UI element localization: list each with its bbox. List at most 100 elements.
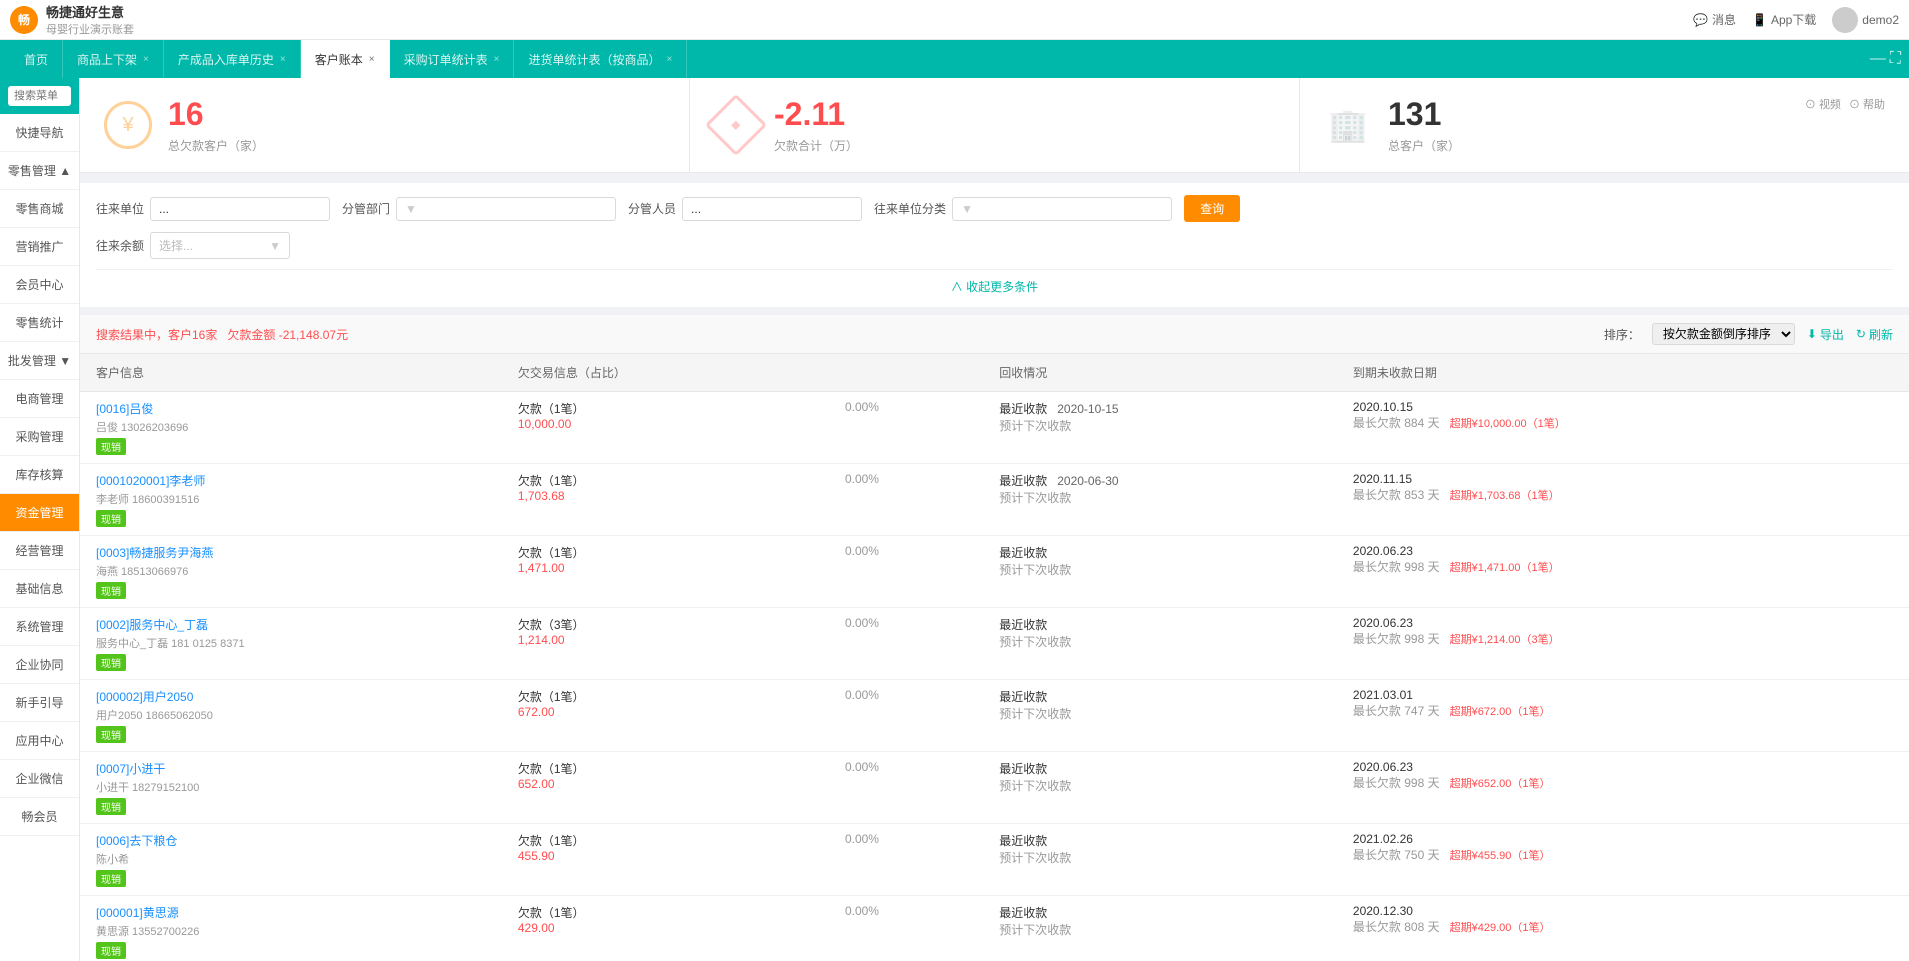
cell-due-date-2: 2020.06.23 最长欠款 998 天 超期¥1,471.00（1笔） [1337, 536, 1909, 608]
max-overdue-3: 最长欠款 998 天 超期¥1,214.00（3笔） [1353, 630, 1893, 647]
filter-input-person[interactable]: ... [682, 197, 862, 221]
cell-debt-pct-4: 0.00% [829, 680, 983, 752]
export-btn[interactable]: ⬇ 导出 [1807, 326, 1844, 343]
table-row: [0003]畅捷服务尹海燕 海燕 18513066976 现销 欠款（1笔） 1… [80, 536, 1909, 608]
sidebar-item-retail-store[interactable]: 零售商城 [0, 190, 79, 228]
customer-sub-0: 吕俊 13026203696 [96, 419, 486, 435]
sidebar-item-operation[interactable]: 经营管理 [0, 532, 79, 570]
tab-maximize-icon[interactable]: ⛶ [1890, 50, 1901, 68]
overdue-link-0[interactable]: 超期¥10,000.00（1笔） [1450, 418, 1566, 430]
doc-help-btn[interactable]: ⊙ 帮助 [1849, 96, 1885, 112]
sidebar-item-purchase[interactable]: 采购管理 [0, 418, 79, 456]
overdue-link-5[interactable]: 超期¥652.00（1笔） [1450, 778, 1551, 790]
debt-amount-0[interactable]: 10,000.00 [518, 417, 813, 431]
cell-customer-0: [0016]吕俊 吕俊 13026203696 现销 [80, 392, 502, 464]
customer-name-link-0[interactable]: [0016]吕俊 [96, 400, 486, 417]
sidebar-item-retail-mgmt[interactable]: 零售管理 ▲ [0, 152, 79, 190]
customer-tag-3: 现销 [96, 654, 126, 671]
sidebar-item-wechat[interactable]: 企业微信 [0, 760, 79, 798]
cell-collect-2: 最近收款 预计下次收款 [983, 536, 1337, 608]
debt-amount-7[interactable]: 429.00 [518, 921, 813, 935]
search-input[interactable] [8, 86, 71, 106]
tab-home[interactable]: 首页 [10, 40, 63, 78]
table-row: [0006]去下粮仓 陈小希 现销 欠款（1笔） 455.90 0.00% 最近… [80, 824, 1909, 896]
cell-debt-info-4: 欠款（1笔） 672.00 [502, 680, 829, 752]
tab-customer-account[interactable]: 客户账本 × [301, 40, 390, 78]
tab-close-purchase-stats[interactable]: × [494, 54, 500, 65]
tab-close-product-listing[interactable]: × [143, 54, 149, 65]
debt-amount-2[interactable]: 1,471.00 [518, 561, 813, 575]
sidebar-item-app-center[interactable]: 应用中心 [0, 722, 79, 760]
tab-close-inbound-history[interactable]: × [280, 54, 286, 65]
sidebar-item-marketing[interactable]: 营销推广 [0, 228, 79, 266]
filter-input-customer[interactable]: ... [150, 197, 330, 221]
filter-input-category[interactable]: ▼ [952, 197, 1172, 221]
filter-label-category: 往来单位分类 [874, 200, 946, 217]
cell-collect-7: 最近收款 预计下次收款 [983, 896, 1337, 961]
sidebar-item-quick-nav[interactable]: 快捷导航 [0, 114, 79, 152]
sidebar-item-basic-info[interactable]: 基础信息 [0, 570, 79, 608]
overdue-link-2[interactable]: 超期¥1,471.00（1笔） [1450, 562, 1560, 574]
collapse-btn[interactable]: ∧ 收起更多条件 [951, 280, 1038, 294]
sidebar-item-new-guide[interactable]: 新手引导 [0, 684, 79, 722]
sidebar-item-wholesale-mgmt[interactable]: 批发管理 ▼ [0, 342, 79, 380]
customer-name-link-3[interactable]: [0002]服务中心_丁磊 [96, 616, 486, 633]
debt-amount-4[interactable]: 672.00 [518, 705, 813, 719]
sidebar-item-system[interactable]: 系统管理 [0, 608, 79, 646]
customer-name-link-6[interactable]: [0006]去下粮仓 [96, 832, 486, 849]
overdue-link-6[interactable]: 超期¥455.90（1笔） [1450, 850, 1551, 862]
debt-amount-3[interactable]: 1,214.00 [518, 633, 813, 647]
customer-name-link-7[interactable]: [000001]黄思源 [96, 904, 486, 921]
tab-minimize-icon[interactable]: — [1870, 50, 1886, 68]
message-btn[interactable]: 💬 消息 [1693, 11, 1736, 28]
table-row: [0007]小进干 小进干 18279152100 现销 欠款（1笔） 652.… [80, 752, 1909, 824]
debt-amount-6[interactable]: 455.90 [518, 849, 813, 863]
stat-value-debt-customers: 16 [168, 96, 264, 133]
sidebar-item-member-center[interactable]: 会员中心 [0, 266, 79, 304]
due-date-6: 2021.02.26 [1353, 832, 1893, 846]
overdue-link-7[interactable]: 超期¥429.00（1笔） [1450, 922, 1551, 934]
tab-purchase-stats[interactable]: 采购订单统计表 × [390, 40, 515, 78]
stat-help-area: ⊙ 视频 ⊙ 帮助 [1805, 96, 1885, 112]
sort-select[interactable]: 按欠款金额倒序排序 [1652, 323, 1795, 345]
search-button[interactable]: 查询 [1184, 195, 1240, 222]
sidebar-item-member[interactable]: 畅会员 [0, 798, 79, 836]
customer-name-link-1[interactable]: [0001020001]李老师 [96, 472, 486, 489]
cell-due-date-3: 2020.06.23 最长欠款 998 天 超期¥1,214.00（3笔） [1337, 608, 1909, 680]
overdue-link-4[interactable]: 超期¥672.00（1笔） [1450, 706, 1551, 718]
tab-inbound-history[interactable]: 产成品入库单历史 × [164, 40, 301, 78]
cell-customer-1: [0001020001]李老师 李老师 18600391516 现销 [80, 464, 502, 536]
top-header: 畅 畅捷通好生意 母婴行业演示账套 💬 消息 📱 App下载 demo2 [0, 0, 1909, 40]
sidebar-item-enterprise[interactable]: 企业协同 [0, 646, 79, 684]
cell-customer-2: [0003]畅捷服务尹海燕 海燕 18513066976 现销 [80, 536, 502, 608]
sidebar-item-inventory[interactable]: 库存核算 [0, 456, 79, 494]
customer-name-link-4[interactable]: [000002]用户2050 [96, 688, 486, 705]
debt-amount-1[interactable]: 1,703.68 [518, 489, 813, 503]
col-header-customer: 客户信息 [80, 354, 502, 392]
cell-customer-3: [0002]服务中心_丁磊 服务中心_丁磊 181 0125 8371 现销 [80, 608, 502, 680]
tab-product-listing[interactable]: 商品上下架 × [63, 40, 164, 78]
refresh-btn[interactable]: ↻ 刷新 [1856, 326, 1893, 343]
overdue-link-3[interactable]: 超期¥1,214.00（3笔） [1450, 634, 1560, 646]
results-actions: 排序： 按欠款金额倒序排序 ⬇ 导出 ↻ 刷新 [1604, 323, 1893, 345]
tab-close-inbound-stats[interactable]: × [666, 54, 672, 65]
customer-name-link-2[interactable]: [0003]畅捷服务尹海燕 [96, 544, 486, 561]
tab-inbound-stats[interactable]: 进货单统计表（按商品） × [514, 40, 687, 78]
customer-tag-2: 现销 [96, 582, 126, 599]
sidebar-item-retail-stats[interactable]: 零售统计 [0, 304, 79, 342]
video-help-btn[interactable]: ⊙ 视频 [1805, 96, 1841, 112]
building-icon: 🏢 [1324, 101, 1372, 149]
col-header-debt-info: 欠交易信息（占比） [502, 354, 829, 392]
app-download-btn[interactable]: 📱 App下载 [1752, 11, 1816, 28]
sidebar-item-ecommerce[interactable]: 电商管理 [0, 380, 79, 418]
sidebar-item-finance[interactable]: 资金管理 [0, 494, 79, 532]
filter-select-balance[interactable]: 选择... ▼ [150, 232, 290, 259]
max-overdue-5: 最长欠款 998 天 超期¥652.00（1笔） [1353, 774, 1893, 791]
user-menu[interactable]: demo2 [1832, 7, 1899, 33]
recent-collect-label-1: 最近收款 2020-06-30 [999, 472, 1321, 489]
filter-input-dept[interactable]: ▼ [396, 197, 616, 221]
overdue-link-1[interactable]: 超期¥1,703.68（1笔） [1450, 490, 1560, 502]
debt-amount-5[interactable]: 652.00 [518, 777, 813, 791]
customer-name-link-5[interactable]: [0007]小进干 [96, 760, 486, 777]
tab-close-customer-account[interactable]: × [369, 54, 375, 65]
